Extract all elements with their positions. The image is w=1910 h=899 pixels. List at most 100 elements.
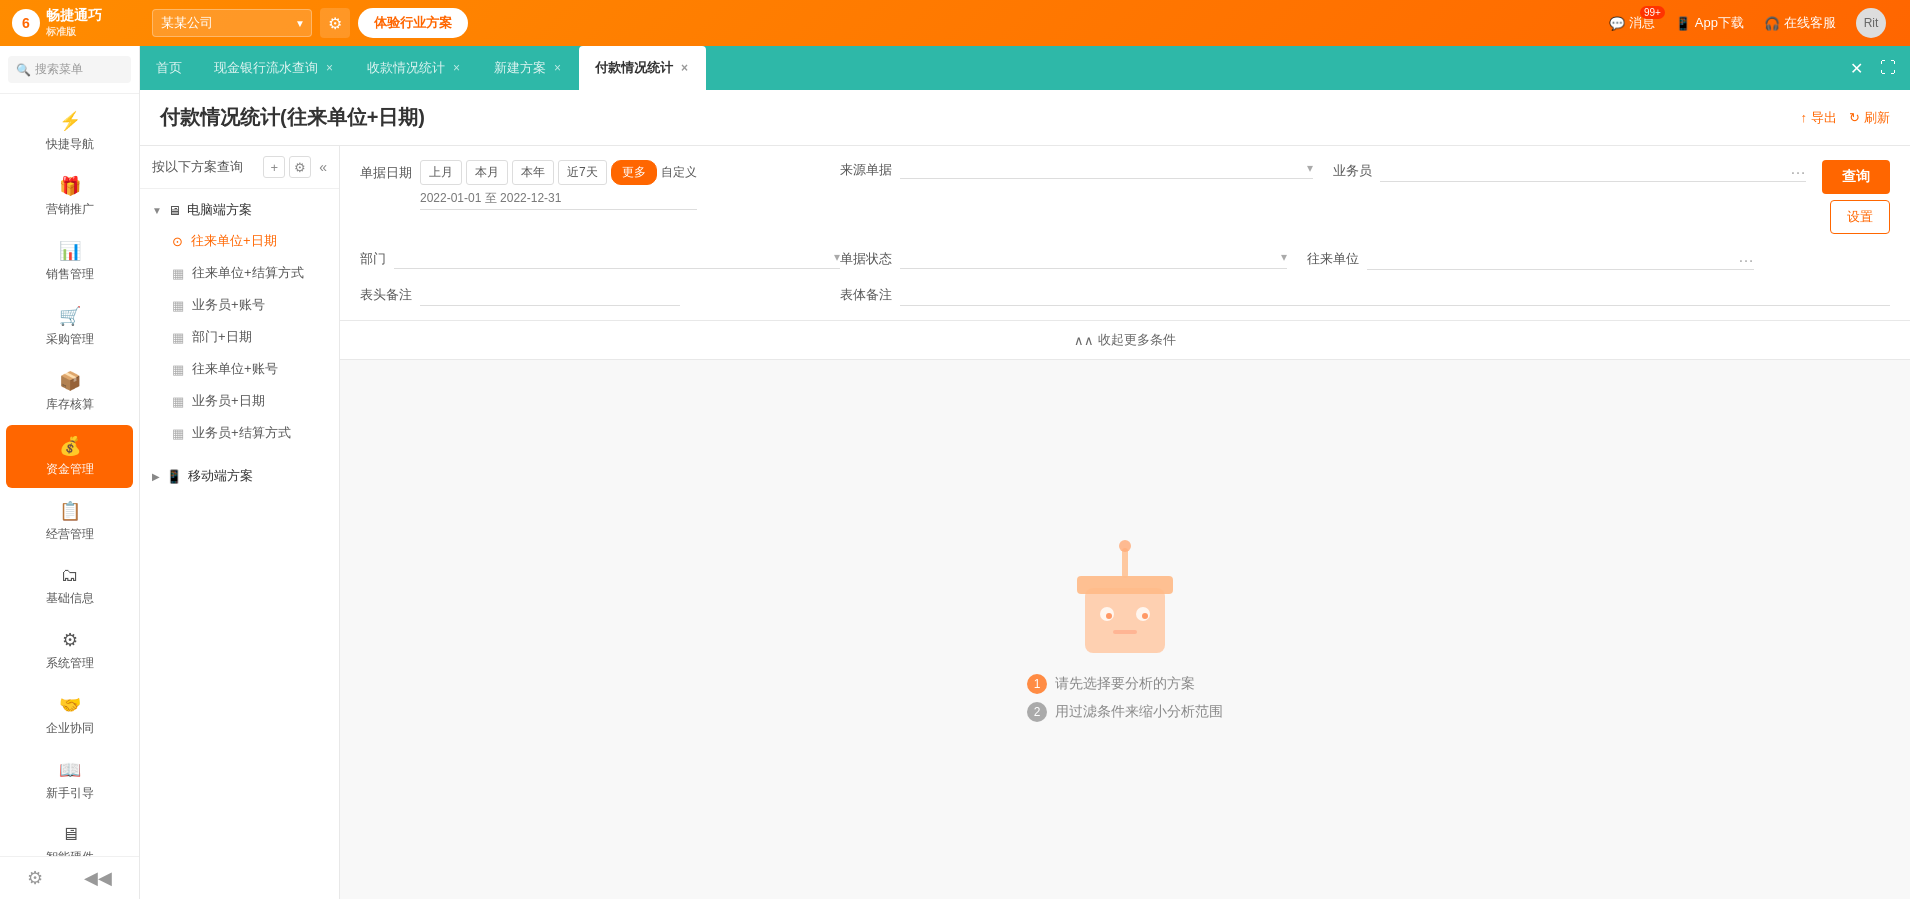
tab-payment[interactable]: 付款情况统计 × [579, 46, 706, 90]
dept-input[interactable] [394, 250, 834, 265]
scheme-panel-collapse-btn[interactable]: « [319, 159, 327, 175]
app-download-btn[interactable]: 📱 App下载 [1675, 14, 1744, 32]
search-menu-btn[interactable]: 🔍 搜索菜单 [8, 56, 131, 83]
scheme-item-unit-account[interactable]: ▦ 往来单位+账号 [140, 353, 339, 385]
status-input[interactable] [900, 250, 1281, 265]
header-note-input[interactable] [420, 286, 660, 301]
filter-source-field: 来源单据 ▾ [840, 160, 1313, 179]
company-selector[interactable]: 某某公司 ▼ [152, 9, 312, 37]
scheme-item-unit-date[interactable]: ⊙ 往来单位+日期 [140, 225, 339, 257]
message-btn[interactable]: 💬 消息 99+ [1609, 14, 1655, 32]
sidebar-item-basic-info[interactable]: 🗂 基础信息 [6, 555, 133, 617]
sidebar-item-inventory[interactable]: 📦 库存核算 [6, 360, 133, 423]
scheme-item-staff-account[interactable]: ▦ 业务员+账号 [140, 289, 339, 321]
data-area: 1 请先选择要分析的方案 2 用过滤条件来缩小分析范围 [340, 360, 1910, 899]
staff-dots-icon[interactable]: … [1790, 160, 1806, 178]
scheme-mobile-group: ▶ 📱 移动端方案 [140, 455, 339, 497]
logo-text: 畅捷通巧 标准版 [46, 7, 102, 39]
scheme-panel-actions: + ⚙ [263, 156, 311, 178]
tab-bar: 首页 现金银行流水查询 × 收款情况统计 × 新建方案 × 付款情况统计 × ✕… [140, 46, 1910, 90]
unit-input[interactable] [1367, 250, 1738, 265]
scheme-item-staff-settle[interactable]: ▦ 业务员+结算方式 [140, 417, 339, 449]
date-7days-btn[interactable]: 近7天 [558, 160, 607, 185]
dept-label: 部门 [360, 250, 386, 268]
purchase-icon: 🛒 [59, 305, 81, 327]
scheme-pc-group: ▼ 🖥 电脑端方案 ⊙ 往来单位+日期 ▦ 往来单位+结算方式 [140, 189, 339, 455]
date-this-year-btn[interactable]: 本年 [512, 160, 554, 185]
scheme-add-btn[interactable]: + [263, 156, 285, 178]
sidebar-item-sales[interactable]: 📊 销售管理 [6, 230, 133, 293]
status-chevron-icon: ▾ [1281, 250, 1287, 264]
tab-new-close[interactable]: × [552, 61, 563, 75]
middle-section: 按以下方案查询 + ⚙ « ▼ 🖥 电脑端方案 [140, 146, 1910, 899]
collapse-sidebar-icon[interactable]: ◀◀ [84, 867, 112, 889]
trial-btn[interactable]: 体验行业方案 [358, 8, 468, 38]
tab-home[interactable]: 首页 [140, 46, 198, 90]
staff-input[interactable] [1380, 162, 1790, 177]
collapse-up-icon: ∧∧ [1074, 333, 1094, 348]
export-btn[interactable]: ↑ 导出 [1801, 109, 1838, 127]
enterprise-icon: 🤝 [59, 694, 81, 716]
sidebar-item-enterprise[interactable]: 🤝 企业协同 [6, 684, 133, 747]
date-this-month-btn[interactable]: 本月 [466, 160, 508, 185]
scheme-item-dept-date[interactable]: ▦ 部门+日期 [140, 321, 339, 353]
scheme-settings-btn[interactable]: ⚙ [289, 156, 311, 178]
sidebar-item-finance[interactable]: 💰 资金管理 [6, 425, 133, 488]
sidebar-item-purchase[interactable]: 🛒 采购管理 [6, 295, 133, 358]
dept-input-wrap: ▾ [394, 250, 840, 269]
svg-point-6 [1106, 613, 1112, 619]
date-last-month-btn[interactable]: 上月 [420, 160, 462, 185]
main-layout: 🔍 搜索菜单 ⚡ 快捷导航 🎁 营销推广 📊 销售管理 🛒 采购管理 � [0, 46, 1910, 899]
tab-payment-close[interactable]: × [679, 61, 690, 75]
sidebar-item-operation[interactable]: 📋 经营管理 [6, 490, 133, 553]
hardware-icon: 🖥 [61, 824, 79, 845]
collapse-bar: ∧∧ 收起更多条件 [340, 321, 1910, 360]
user-avatar[interactable]: Rit [1856, 8, 1886, 38]
unit-input-wrap: … [1367, 248, 1754, 270]
sidebar-item-guide[interactable]: 📖 新手引导 [6, 749, 133, 812]
date-quick-btns: 上月 本月 本年 近7天 更多 自定义 [420, 160, 697, 185]
tab-bar-right: ✕ ⛶ [1842, 54, 1910, 82]
top-bar-middle: 某某公司 ▼ ⚙ 体验行业方案 [132, 8, 1609, 38]
sidebar-item-quick-nav[interactable]: ⚡ 快捷导航 [6, 100, 133, 163]
collapse-conditions-btn[interactable]: ∧∧ 收起更多条件 [1074, 331, 1176, 349]
gear-bottom-icon[interactable]: ⚙ [27, 867, 43, 889]
date-range-display[interactable]: 2022-01-01 至 2022-12-31 [420, 190, 697, 210]
scheme-mobile-group-header[interactable]: ▶ 📱 移动端方案 [140, 461, 339, 491]
svg-rect-1 [1077, 576, 1173, 594]
scheme-item-icon-2: ▦ [172, 298, 184, 313]
svg-point-7 [1142, 613, 1148, 619]
top-bar: 6 畅捷通巧 标准版 某某公司 ▼ ⚙ 体验行业方案 💬 消息 99+ 📱 Ap… [0, 0, 1910, 46]
tab-receipt-close[interactable]: × [451, 61, 462, 75]
top-bar-right: 💬 消息 99+ 📱 App下载 🎧 在线客服 Rit [1609, 8, 1898, 38]
logo-icon: 6 [12, 9, 40, 37]
sidebar-item-hardware[interactable]: 🖥 智能硬件 [6, 814, 133, 856]
sidebar-item-marketing[interactable]: 🎁 营销推广 [6, 165, 133, 228]
source-chevron-icon: ▾ [1307, 161, 1313, 175]
query-btn[interactable]: 查询 [1822, 160, 1890, 194]
source-input[interactable] [900, 160, 1307, 175]
unit-label: 往来单位 [1307, 250, 1359, 268]
settings-icon[interactable]: ⚙ [320, 8, 350, 38]
headset-icon: 🎧 [1764, 16, 1780, 31]
tab-maximize-btn[interactable]: ⛶ [1874, 54, 1902, 82]
empty-illustration [1055, 538, 1195, 658]
header-note-input-wrap [420, 284, 680, 306]
sidebar-item-system[interactable]: ⚙ 系统管理 [6, 619, 133, 682]
unit-dots-icon[interactable]: … [1738, 248, 1754, 266]
refresh-btn[interactable]: ↻ 刷新 [1849, 109, 1890, 127]
scheme-item-staff-date[interactable]: ▦ 业务员+日期 [140, 385, 339, 417]
tab-bank-close[interactable]: × [324, 61, 335, 75]
scheme-item-unit-settle[interactable]: ▦ 往来单位+结算方式 [140, 257, 339, 289]
scheme-pc-group-header[interactable]: ▼ 🖥 电脑端方案 [140, 195, 339, 225]
tab-receipt[interactable]: 收款情况统计 × [351, 46, 478, 90]
online-service-btn[interactable]: 🎧 在线客服 [1764, 14, 1836, 32]
tab-new[interactable]: 新建方案 × [478, 46, 579, 90]
body-note-input[interactable] [900, 286, 1890, 301]
tab-close-all-btn[interactable]: ✕ [1842, 54, 1870, 82]
tab-bank[interactable]: 现金银行流水查询 × [198, 46, 351, 90]
settings-small-btn[interactable]: 设置 [1830, 200, 1890, 234]
content-area: 首页 现金银行流水查询 × 收款情况统计 × 新建方案 × 付款情况统计 × ✕… [140, 46, 1910, 899]
svg-rect-0 [1085, 588, 1165, 653]
date-more-btn[interactable]: 更多 [611, 160, 657, 185]
